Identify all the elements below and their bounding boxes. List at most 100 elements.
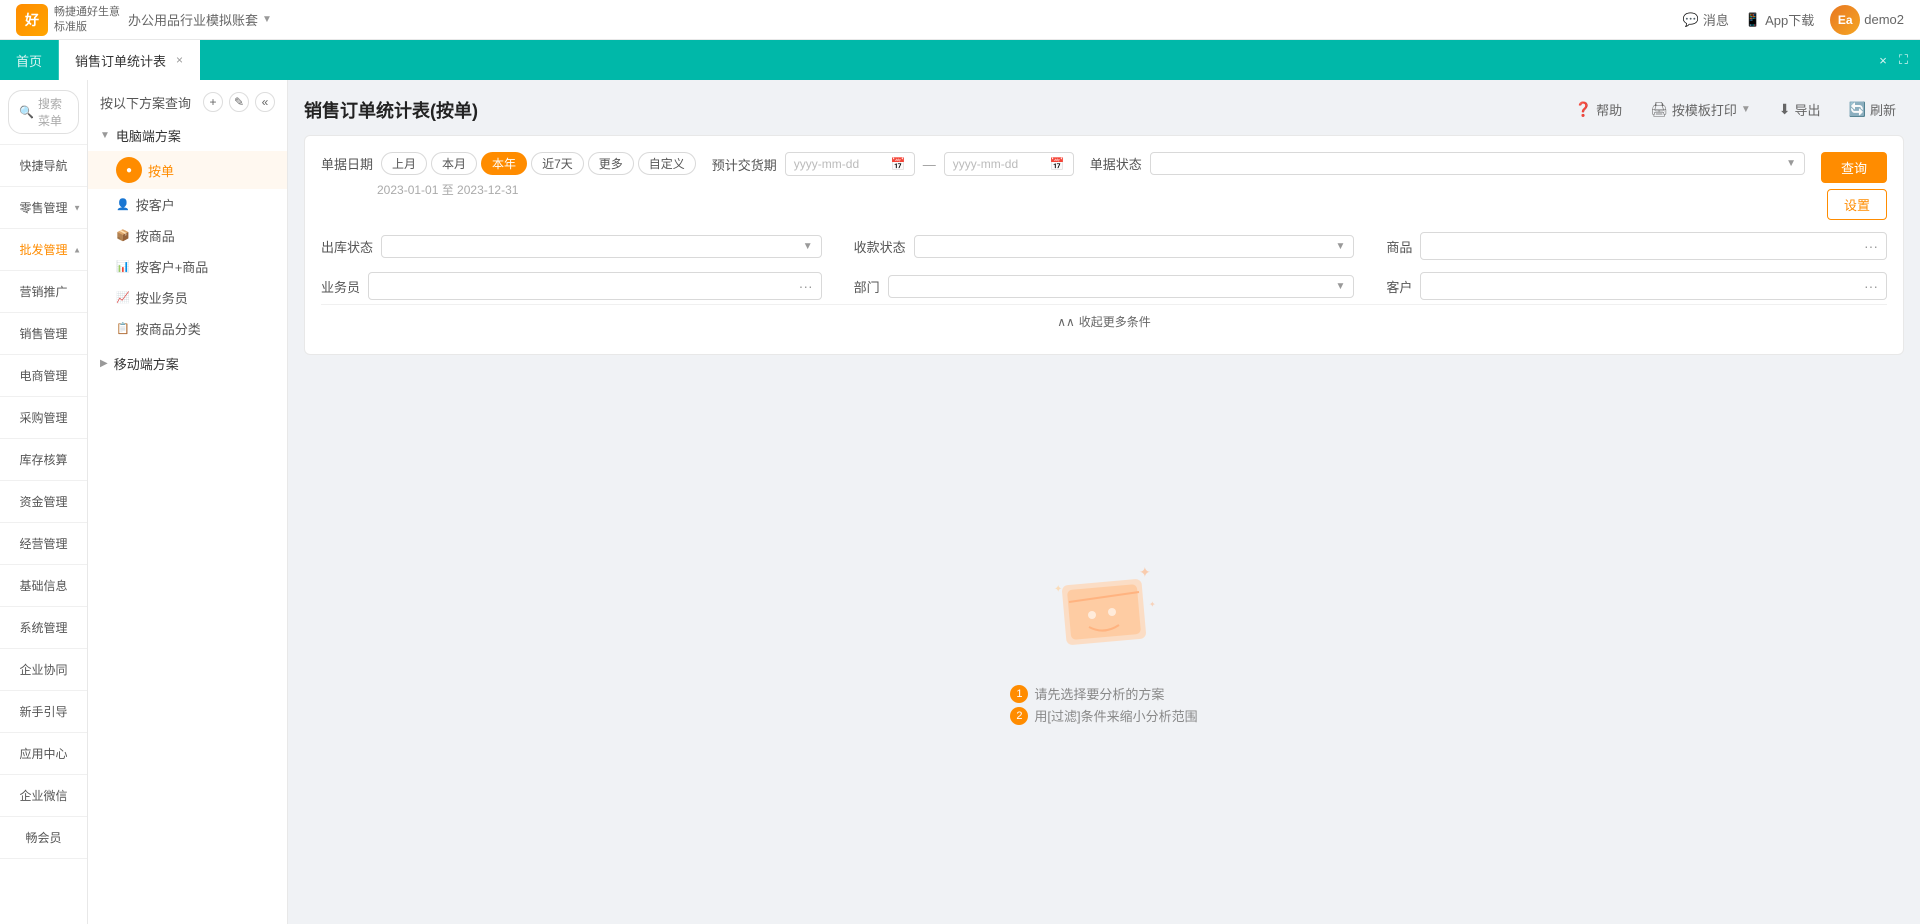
breadcrumb[interactable]: 办公用品行业模拟账套 ▼ xyxy=(128,10,272,29)
empty-illustration: ✦ ✦ ✦ xyxy=(1034,547,1174,657)
date-btn-custom[interactable]: 自定义 xyxy=(638,152,696,175)
user-menu[interactable]: Ea demo2 xyxy=(1830,5,1904,35)
help-icon: ❓ xyxy=(1575,101,1592,118)
sidebar-search-area: 🔍 搜索菜单 xyxy=(0,80,87,145)
scheme-by-product-category[interactable]: 📋 按商品分类 xyxy=(88,313,287,344)
salesperson-section: 业务员 ··· xyxy=(321,272,822,300)
search-menu-label: 搜索菜单 xyxy=(38,95,68,129)
sidebar-item-member[interactable]: 畅会员 xyxy=(0,817,87,859)
tree-mobile-schemes[interactable]: ▶ 移动端方案 xyxy=(88,348,287,379)
dept-section: 部门 ▼ xyxy=(854,275,1355,298)
page-header: 销售订单统计表(按单) ❓ 帮助 🖨 按模板打印 ▼ ⬇ 导出 xyxy=(304,96,1904,123)
help-button[interactable]: ❓ 帮助 xyxy=(1567,96,1630,123)
empty-svg: ✦ ✦ ✦ xyxy=(1034,547,1174,657)
dept-select[interactable]: ▼ xyxy=(888,275,1355,298)
date-btn-this-month[interactable]: 本月 xyxy=(431,152,477,175)
sidebar-item-inventory[interactable]: 库存核算 xyxy=(0,439,87,481)
status-select-arrow-icon: ▼ xyxy=(1786,158,1796,169)
filter-card: 单据日期 上月 本月 本年 近7天 更多 自定义 2023-01-01 至 20… xyxy=(304,135,1904,355)
sidebar-item-app-center[interactable]: 应用中心 xyxy=(0,733,87,775)
calendar-icon-2: 📅 xyxy=(1050,157,1065,171)
template-print-button[interactable]: 🖨 按模板打印 ▼ xyxy=(1642,96,1759,123)
date-quick-buttons: 上月 本月 本年 近7天 更多 自定义 xyxy=(381,152,696,175)
svg-text:✦: ✦ xyxy=(1054,584,1062,595)
scheme-by-customer[interactable]: 👤 按客户 xyxy=(88,189,287,220)
date-filter-section: 单据日期 上月 本月 本年 近7天 更多 自定义 2023-01-01 至 20… xyxy=(321,152,696,198)
top-bar-left: 好 畅捷通好生意 标准版 办公用品行业模拟账套 ▼ xyxy=(16,4,272,36)
predicted-date-label: 预计交货期 xyxy=(712,155,777,174)
status-select[interactable]: ▼ xyxy=(1150,152,1805,175)
sidebar: 🔍 搜索菜单 快捷导航 零售管理 批发管理 营销推广 销售管理 电商管理 采购管… xyxy=(0,80,88,924)
date-btn-this-year[interactable]: 本年 xyxy=(481,152,527,175)
settings-button[interactable]: 设置 xyxy=(1827,189,1887,220)
window-actions: × ⛶ xyxy=(1867,40,1920,80)
scheme-by-customer-product[interactable]: 📊 按客户+商品 xyxy=(88,251,287,282)
date-btn-7days[interactable]: 近7天 xyxy=(531,152,584,175)
sidebar-item-quick-nav[interactable]: 快捷导航 xyxy=(0,145,87,187)
delivery-status-section: 出库状态 ▼ xyxy=(321,235,822,258)
export-button[interactable]: ⬇ 导出 xyxy=(1771,96,1829,123)
payment-select-arrow-icon: ▼ xyxy=(1335,241,1345,252)
customer-input[interactable]: ··· xyxy=(1420,272,1887,300)
sidebar-item-enterprise-wechat[interactable]: 企业微信 xyxy=(0,775,87,817)
sidebar-item-sales[interactable]: 销售管理 xyxy=(0,313,87,355)
page-title: 销售订单统计表(按单) xyxy=(304,97,478,123)
date-btn-last-month[interactable]: 上月 xyxy=(381,152,427,175)
search-menu-input[interactable]: 🔍 搜索菜单 xyxy=(8,90,79,134)
chevron-down-icon: ▼ xyxy=(100,130,110,141)
date-btn-more[interactable]: 更多 xyxy=(588,152,634,175)
date-separator: — xyxy=(923,157,936,172)
predicted-date-end-input[interactable]: yyyy-mm-dd 📅 xyxy=(944,152,1074,176)
predicted-date-start-input[interactable]: yyyy-mm-dd 📅 xyxy=(785,152,915,176)
app-download-button[interactable]: 📱 App下载 xyxy=(1745,10,1814,29)
sidebar-item-system[interactable]: 系统管理 xyxy=(0,607,87,649)
salesperson-icon: 📈 xyxy=(116,291,130,304)
scheme-by-order[interactable]: ● 按单 xyxy=(88,151,287,189)
left-panel-title: 按以下方案查询 xyxy=(100,93,191,112)
product-dots-icon: ··· xyxy=(1864,238,1878,254)
sidebar-item-finance[interactable]: 资金管理 xyxy=(0,481,87,523)
delivery-status-select[interactable]: ▼ xyxy=(381,235,822,258)
collapse-panel-button[interactable]: « xyxy=(255,92,275,112)
sidebar-item-marketing[interactable]: 营销推广 xyxy=(0,271,87,313)
sidebar-item-ecommerce[interactable]: 电商管理 xyxy=(0,355,87,397)
payment-label: 收款状态 xyxy=(854,237,906,256)
edit-scheme-button[interactable]: ✎ xyxy=(229,92,249,112)
sidebar-item-operations[interactable]: 经营管理 xyxy=(0,523,87,565)
window-expand-icon[interactable]: ⛶ xyxy=(1899,52,1908,68)
svg-text:✦: ✦ xyxy=(1139,564,1151,580)
customer-dots-icon: ··· xyxy=(1864,278,1878,294)
app-icon: 📱 xyxy=(1745,12,1761,28)
payment-status-select[interactable]: ▼ xyxy=(914,235,1355,258)
left-panel: 按以下方案查询 + ✎ « ▼ 电脑端方案 ● 按单 👤 按客 xyxy=(88,80,288,924)
scheme-by-salesperson[interactable]: 📈 按业务员 xyxy=(88,282,287,313)
sidebar-item-basic-info[interactable]: 基础信息 xyxy=(0,565,87,607)
scheme-by-product[interactable]: 📦 按商品 xyxy=(88,220,287,251)
query-btn-area: 查询 设置 xyxy=(1821,152,1887,220)
calendar-icon: 📅 xyxy=(891,157,906,171)
active-scheme-dot: ● xyxy=(116,157,142,183)
empty-hint-2: 2 用[过滤]条件来缩小分析范围 xyxy=(1010,706,1197,725)
tab-home[interactable]: 首页 xyxy=(0,40,59,80)
sidebar-item-enterprise-collab[interactable]: 企业协同 xyxy=(0,649,87,691)
tab-close-icon[interactable]: × xyxy=(176,53,183,67)
window-close-icon[interactable]: × xyxy=(1879,53,1887,68)
sidebar-item-newbie[interactable]: 新手引导 xyxy=(0,691,87,733)
empty-hint-1: 1 请先选择要分析的方案 xyxy=(1010,684,1197,703)
collapse-icon: ∧∧ xyxy=(1057,315,1075,329)
query-button[interactable]: 查询 xyxy=(1821,152,1887,183)
sidebar-item-wholesale[interactable]: 批发管理 xyxy=(0,229,87,271)
dept-label: 部门 xyxy=(854,277,880,296)
salesperson-input[interactable]: ··· xyxy=(368,272,822,300)
tree-pc-schemes[interactable]: ▼ 电脑端方案 xyxy=(88,120,287,151)
add-scheme-button[interactable]: + xyxy=(203,92,223,112)
sidebar-item-retail[interactable]: 零售管理 xyxy=(0,187,87,229)
dept-select-arrow-icon: ▼ xyxy=(1335,281,1345,292)
sidebar-item-purchase[interactable]: 采购管理 xyxy=(0,397,87,439)
message-button[interactable]: 💬 消息 xyxy=(1683,10,1729,29)
tab-sales-order-stats[interactable]: 销售订单统计表 × xyxy=(59,40,200,80)
empty-state: ✦ ✦ ✦ 1 请先选择要分析的方案 2 用[过滤]条件来缩小分析范围 xyxy=(304,367,1904,908)
product-input[interactable]: ··· xyxy=(1420,232,1887,260)
refresh-button[interactable]: 🔄 刷新 xyxy=(1841,96,1904,123)
collapse-bar[interactable]: ∧∧ 收起更多条件 xyxy=(321,304,1887,338)
